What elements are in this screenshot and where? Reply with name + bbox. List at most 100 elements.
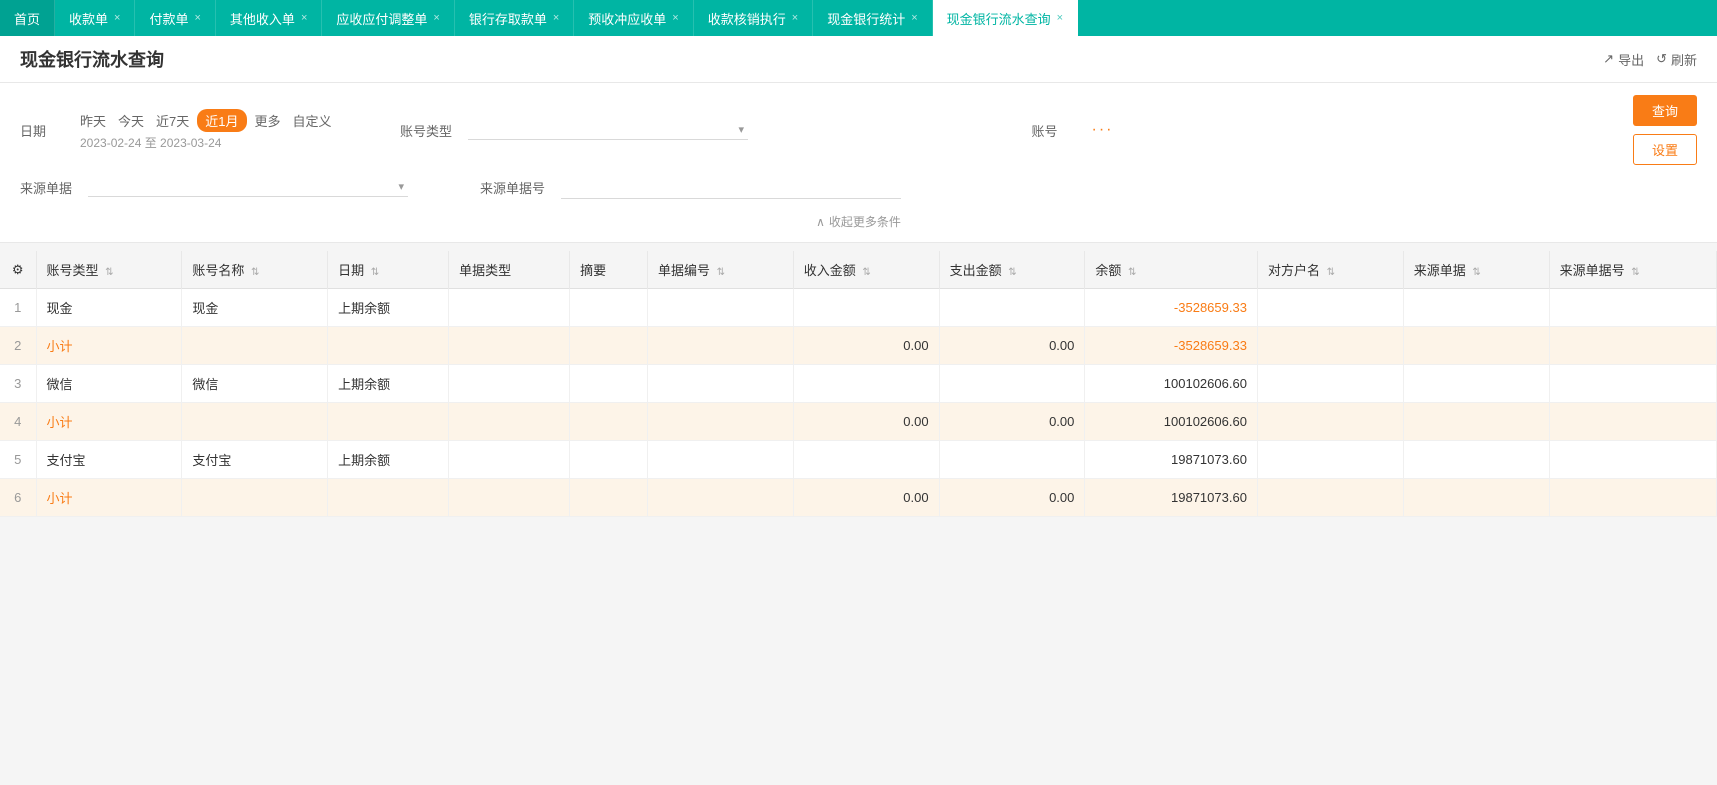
header-actions: ↗ 导出 ↺ 刷新 [1603,50,1697,69]
refresh-button[interactable]: ↺ 刷新 [1656,50,1697,69]
date-opt-more[interactable]: 更多 [251,109,285,132]
cell-account-type: 小计 [36,327,182,365]
refresh-icon: ↺ [1656,51,1667,67]
cell-source-doc-no [1549,327,1716,365]
source-doc-select[interactable]: ▾ [88,177,408,197]
cell-num: 2 [0,327,36,365]
export-button[interactable]: ↗ 导出 [1603,50,1644,69]
close-icon[interactable]: × [433,12,439,24]
cell-counterpart [1257,289,1403,327]
cell-source-doc-no [1549,479,1716,517]
source-doc-label: 来源单据 [20,178,72,197]
cell-doc-type [449,441,570,479]
source-doc-no-input[interactable] [561,175,901,199]
cell-summary [570,327,648,365]
cell-summary [570,403,648,441]
cell-source-doc-no [1549,365,1716,403]
table-header-row: ⚙ 账号类型 ⇅ 账号名称 ⇅ 日期 ⇅ 单据类型 摘要 单据编号 ⇅ 收入金额… [0,251,1717,289]
date-opt-1month[interactable]: 近1月 [197,109,246,132]
cell-counterpart [1257,479,1403,517]
nav-other-income[interactable]: 其他收入单 × [216,0,322,36]
chevron-down-icon: ▾ [738,123,744,136]
cell-source-doc-no [1549,403,1716,441]
cell-expense [939,289,1085,327]
cell-balance: 19871073.60 [1085,479,1258,517]
column-doc-no[interactable]: 单据编号 ⇅ [647,251,793,289]
column-summary: 摘要 [570,251,648,289]
account-type-label: 账号类型 [400,121,452,140]
column-date[interactable]: 日期 ⇅ [328,251,449,289]
date-filter-group: 日期 昨天 今天 近7天 近1月 更多 自定义 2023-02-24 至 202… [20,109,340,151]
account-ellipsis-button[interactable]: ··· [1088,121,1118,139]
date-opt-today[interactable]: 今天 [114,109,148,132]
cell-doc-type [449,403,570,441]
close-icon[interactable]: × [194,12,200,24]
cell-doc-no [647,403,793,441]
column-source-doc[interactable]: 来源单据 ⇅ [1403,251,1549,289]
column-source-doc-no[interactable]: 来源单据号 ⇅ [1549,251,1716,289]
cell-num: 1 [0,289,36,327]
nav-adjustment[interactable]: 应收应付调整单 × [322,0,454,36]
close-icon[interactable]: × [911,12,917,24]
close-icon[interactable]: × [553,12,559,24]
nav-cash-flow[interactable]: 现金银行流水查询 × [933,0,1078,36]
cell-expense [939,365,1085,403]
cell-doc-no [647,441,793,479]
settings-button[interactable]: 设置 [1633,134,1697,165]
close-icon[interactable]: × [1057,12,1063,24]
date-opt-custom[interactable]: 自定义 [289,109,336,132]
cell-summary [570,479,648,517]
top-navigation: 首页 收款单 × 付款单 × 其他收入单 × 应收应付调整单 × 银行存取款单 … [0,0,1717,36]
close-icon[interactable]: × [792,12,798,24]
collapse-bar[interactable]: ∧ 收起更多条件 [20,209,1697,234]
cell-account-type: 小计 [36,403,182,441]
cell-date: 上期余额 [328,365,449,403]
cell-source-doc [1403,441,1549,479]
cell-account-type: 支付宝 [36,441,182,479]
cell-doc-type [449,289,570,327]
nav-payment[interactable]: 付款单 × [135,0,215,36]
page-title: 现金银行流水查询 [20,46,164,72]
account-type-select[interactable]: ▾ [468,120,748,140]
cell-counterpart [1257,365,1403,403]
filter-row-2: 来源单据 ▾ 来源单据号 [20,175,1697,199]
column-account-name[interactable]: 账号名称 ⇅ [182,251,328,289]
column-income[interactable]: 收入金额 ⇅ [793,251,939,289]
table-body: 1 现金 现金 上期余额 -3528659.33 2 小计 0.00 0.00 … [0,289,1717,517]
nav-cash-stats[interactable]: 现金银行统计 × [813,0,932,36]
date-label: 日期 [20,121,60,140]
column-expense[interactable]: 支出金额 ⇅ [939,251,1085,289]
cell-source-doc [1403,289,1549,327]
cell-expense: 0.00 [939,403,1085,441]
cell-income [793,441,939,479]
cell-doc-type [449,327,570,365]
nav-writeoff[interactable]: 收款核销执行 × [694,0,813,36]
cell-account-name: 现金 [182,289,328,327]
cell-balance: -3528659.33 [1085,289,1258,327]
cell-doc-type [449,479,570,517]
column-balance[interactable]: 余额 ⇅ [1085,251,1258,289]
cell-summary [570,441,648,479]
column-counterpart[interactable]: 对方户名 ⇅ [1257,251,1403,289]
filter-area: 日期 昨天 今天 近7天 近1月 更多 自定义 2023-02-24 至 202… [0,83,1717,243]
date-opt-7days[interactable]: 近7天 [152,109,193,132]
cell-counterpart [1257,327,1403,365]
cell-num: 5 [0,441,36,479]
cell-num: 3 [0,365,36,403]
cell-account-name [182,403,328,441]
nav-home[interactable]: 首页 [0,0,55,36]
close-icon[interactable]: × [301,12,307,24]
cell-summary [570,365,648,403]
query-button[interactable]: 查询 [1633,95,1697,126]
source-doc-no-label: 来源单据号 [480,178,545,197]
nav-bank-deposit[interactable]: 银行存取款单 × [455,0,574,36]
nav-receipt[interactable]: 收款单 × [55,0,135,36]
table-row: 5 支付宝 支付宝 上期余额 19871073.60 [0,441,1717,479]
column-gear[interactable]: ⚙ [0,251,36,289]
close-icon[interactable]: × [672,12,678,24]
close-icon[interactable]: × [114,12,120,24]
nav-prepayment[interactable]: 预收冲应收单 × [574,0,693,36]
date-opt-yesterday[interactable]: 昨天 [76,109,110,132]
column-account-type[interactable]: 账号类型 ⇅ [36,251,182,289]
data-table-container: ⚙ 账号类型 ⇅ 账号名称 ⇅ 日期 ⇅ 单据类型 摘要 单据编号 ⇅ 收入金额… [0,251,1717,517]
